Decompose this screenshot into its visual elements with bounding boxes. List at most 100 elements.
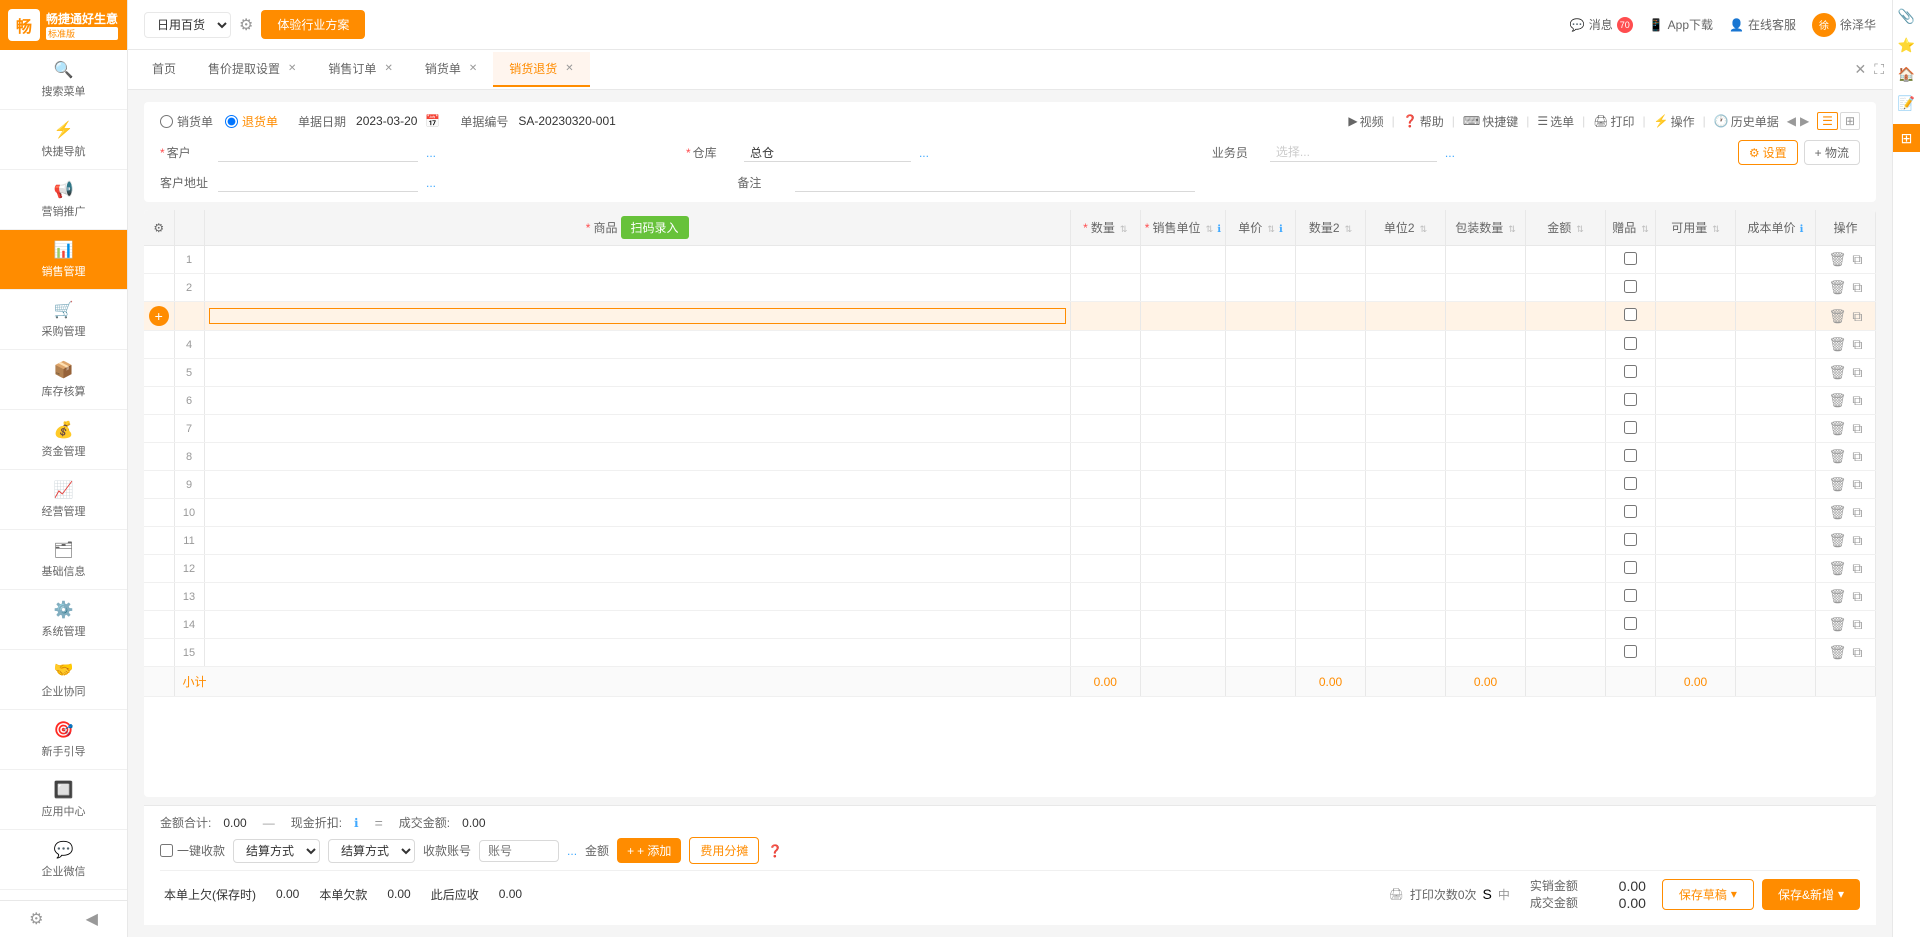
row4-copy-btn[interactable]: ⧉ — [1852, 336, 1862, 353]
sidebar-item-member[interactable]: V 畅会员 — [0, 890, 127, 900]
row2-gift[interactable] — [1606, 274, 1656, 302]
row3-amount[interactable] — [1526, 302, 1606, 331]
calendar-icon[interactable]: 📅 — [425, 114, 440, 128]
right-panel-icon1[interactable]: 📎 — [1898, 8, 1915, 25]
bank-account-input[interactable] — [479, 840, 559, 862]
row12-copy-btn[interactable]: ⧉ — [1852, 560, 1862, 577]
unit-info-icon[interactable]: ℹ — [1217, 224, 1221, 235]
row3-unit[interactable] — [1140, 302, 1225, 331]
row8-delete-btn[interactable]: 🗑 — [1829, 448, 1847, 465]
row2-unit[interactable] — [1140, 274, 1225, 302]
row1-qty2[interactable] — [1296, 246, 1366, 274]
next-record-btn[interactable]: ▶ — [1800, 114, 1809, 128]
row3-add-btn-cell[interactable]: + — [144, 302, 174, 331]
row3-product[interactable] — [204, 302, 1070, 331]
row7-gift-checkbox[interactable] — [1624, 421, 1637, 434]
row15-copy-btn[interactable]: ⧉ — [1852, 644, 1862, 661]
tab-close-sales-order[interactable]: ✕ — [384, 63, 392, 74]
tab-close-sales-return[interactable]: ✕ — [565, 63, 573, 74]
tab-sales-return[interactable]: 销货退货 ✕ — [493, 52, 589, 87]
tab-home[interactable]: 首页 — [136, 52, 192, 87]
row11-gift-checkbox[interactable] — [1624, 533, 1637, 546]
row1-unit[interactable] — [1140, 246, 1225, 274]
row2-amount[interactable] — [1526, 274, 1606, 302]
address-input[interactable] — [218, 173, 418, 192]
row2-copy-btn[interactable]: ⧉ — [1852, 279, 1862, 296]
toolbar-operate-btn[interactable]: ⚡ 操作 — [1654, 113, 1695, 130]
one-key-payment-input[interactable] — [160, 844, 173, 857]
row10-copy-btn[interactable]: ⧉ — [1852, 504, 1862, 521]
save-draft-btn[interactable]: 保存草稿 ▾ — [1662, 879, 1754, 910]
cost-info-icon[interactable]: ℹ — [1800, 224, 1804, 235]
scan-btn[interactable]: 扫码录入 — [621, 216, 689, 239]
row3-gift[interactable] — [1606, 302, 1656, 331]
row5-delete-btn[interactable]: 🗑 — [1829, 364, 1847, 381]
warehouse-lookup-btn[interactable]: ... — [919, 146, 929, 160]
sidebar-item-shortcut[interactable]: ⚡ 快捷导航 — [0, 110, 127, 170]
row1-unit2[interactable] — [1366, 246, 1446, 274]
row2-pack[interactable] — [1446, 274, 1526, 302]
customer-lookup-btn[interactable]: ... — [426, 146, 436, 160]
row14-gift-checkbox[interactable] — [1624, 617, 1637, 630]
tab-sales-order[interactable]: 销售订单 ✕ — [312, 52, 408, 87]
calc-method-select[interactable]: 结算方式 — [328, 839, 415, 863]
avail-sort-icon[interactable]: ⇅ — [1712, 224, 1720, 234]
online-service-btn[interactable]: 👤 在线客服 — [1729, 16, 1796, 33]
row12-delete-btn[interactable]: 🗑 — [1829, 560, 1847, 577]
sidebar-item-base[interactable]: 🗂 基础信息 — [0, 530, 127, 590]
message-btn[interactable]: 💬 消息 70 — [1570, 16, 1633, 33]
radio-return-input[interactable] — [225, 115, 238, 128]
row13-copy-btn[interactable]: ⧉ — [1852, 588, 1862, 605]
bank-account-lookup-btn[interactable]: ... — [567, 844, 577, 858]
row9-gift-checkbox[interactable] — [1624, 477, 1637, 490]
row1-gift-checkbox[interactable] — [1624, 252, 1637, 265]
address-lookup-btn[interactable]: ... — [426, 176, 436, 190]
gear-icon[interactable]: ⚙ — [153, 221, 164, 235]
row7-delete-btn[interactable]: 🗑 — [1829, 420, 1847, 437]
row2-avail[interactable] — [1656, 274, 1736, 302]
topbar-settings-icon[interactable]: ⚙ — [239, 15, 253, 35]
grid-view-btn[interactable]: ⊞ — [1840, 112, 1860, 130]
row7-copy-btn[interactable]: ⧉ — [1852, 420, 1862, 437]
row5-copy-btn[interactable]: ⧉ — [1852, 364, 1862, 381]
list-view-btn[interactable]: ☰ — [1817, 112, 1838, 130]
agent-lookup-btn[interactable]: ... — [1445, 146, 1455, 160]
pack-sort-icon[interactable]: ⇅ — [1508, 224, 1516, 234]
one-key-payment-checkbox[interactable]: 一键收款 — [160, 842, 225, 859]
radio-shipment[interactable]: 销货单 — [160, 113, 213, 130]
row2-qty2[interactable] — [1296, 274, 1366, 302]
row6-gift-checkbox[interactable] — [1624, 393, 1637, 406]
right-panel-icon4[interactable]: 📝 — [1898, 95, 1915, 112]
toolbar-shortcut-btn[interactable]: ⌨ 快捷键 — [1463, 113, 1518, 130]
gift-sort-icon[interactable]: ⇅ — [1641, 224, 1649, 234]
row10-delete-btn[interactable]: 🗑 — [1829, 504, 1847, 521]
row3-copy-btn[interactable]: ⧉ — [1852, 308, 1862, 325]
row1-price[interactable] — [1226, 246, 1296, 274]
add-row-btn[interactable]: + — [149, 306, 169, 326]
tab-close-sales-shipment[interactable]: ✕ — [469, 63, 477, 74]
row5-gift-checkbox[interactable] — [1624, 365, 1637, 378]
row6-copy-btn[interactable]: ⧉ — [1852, 392, 1862, 409]
app-download-btn[interactable]: 📱 App下载 — [1649, 16, 1713, 33]
experience-btn[interactable]: 体验行业方案 — [261, 10, 365, 39]
row1-amount[interactable] — [1526, 246, 1606, 274]
row1-avail[interactable] — [1656, 246, 1736, 274]
row2-gift-checkbox[interactable] — [1624, 280, 1637, 293]
sidebar-item-purchase[interactable]: 🛒 采购管理 — [0, 290, 127, 350]
tab-maximize-btn[interactable]: ⛶ — [1874, 61, 1884, 78]
warehouse-input[interactable] — [744, 143, 911, 162]
row14-delete-btn[interactable]: 🗑 — [1829, 616, 1847, 633]
cash-discount-info-icon[interactable]: ℹ — [354, 816, 359, 830]
user-menu[interactable]: 徐 徐泽华 — [1812, 13, 1876, 37]
qty-sort-icon[interactable]: ⇅ — [1120, 224, 1128, 234]
row2-cost[interactable] — [1736, 274, 1816, 302]
remark-input[interactable] — [795, 173, 1195, 192]
qty2-sort-icon[interactable]: ⇅ — [1345, 224, 1353, 234]
sidebar-item-inventory[interactable]: 📦 库存核算 — [0, 350, 127, 410]
row11-delete-btn[interactable]: 🗑 — [1829, 532, 1847, 549]
price-sort-icon[interactable]: ⇅ — [1267, 224, 1275, 234]
row2-unit2[interactable] — [1366, 274, 1446, 302]
row3-unit2[interactable] — [1366, 302, 1446, 331]
row10-gift-checkbox[interactable] — [1624, 505, 1637, 518]
tab-price-extract[interactable]: 售价提取设置 ✕ — [192, 52, 312, 87]
